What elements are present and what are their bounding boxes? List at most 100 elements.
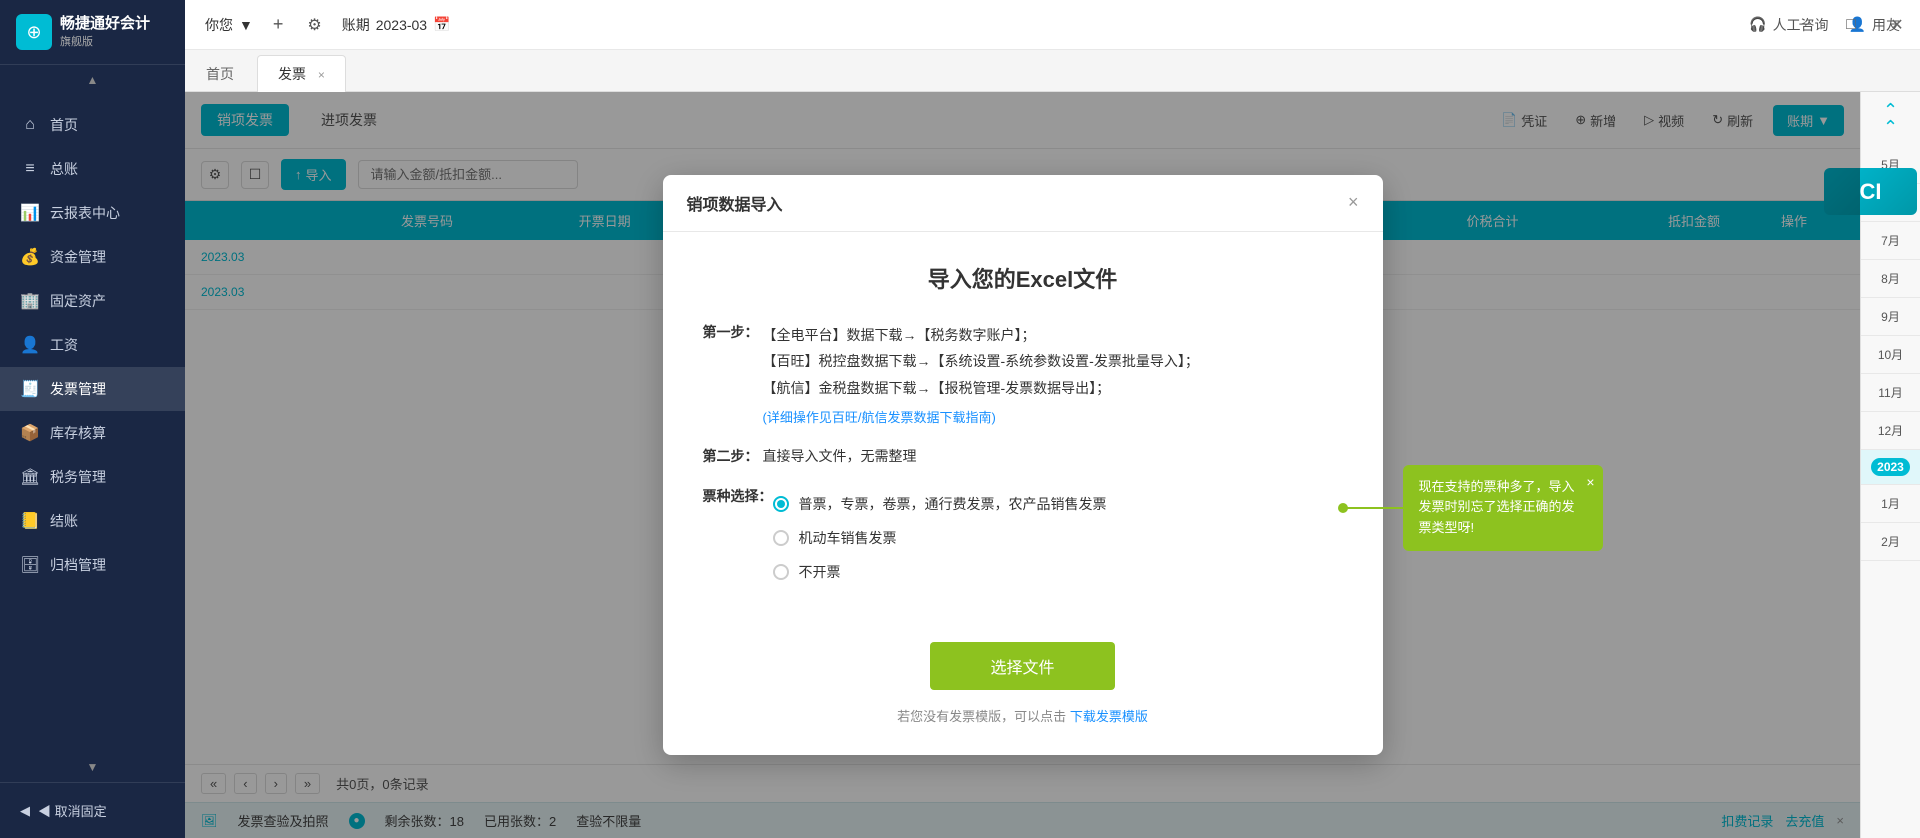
step1-guide-link[interactable]: (详细操作见百旺/航信发票数据下载指南) [763,407,1343,426]
tooltip-wrapper: × 现在支持的票种多了，导入发票时别忘了选择正确的发票类型呀! [1343,465,1603,551]
download-template-text: 若您没有发票模版，可以点击 下载发票模版 [897,706,1148,725]
tooltip-container: × 现在支持的票种多了，导入发票时别忘了选择正确的发票类型呀! [1343,465,1603,551]
download-text-prefix: 若您没有发票模版，可以点击 [897,709,1066,724]
radio-item-2[interactable]: 不开票 [773,562,1107,582]
radio-item-1[interactable]: 机动车销售发票 [773,528,1107,548]
right-panel-month-11[interactable]: 11月 [1861,374,1920,412]
app-edition: 旗舰版 [60,33,150,49]
period-value: 2023-03 [376,17,427,33]
sidebar-item-funds[interactable]: 💰 资金管理 [0,235,185,279]
modal-close-button[interactable]: × [1348,192,1359,213]
settings-icon[interactable]: ⚙ [303,11,325,39]
reports-icon: 📊 [20,203,40,223]
sidebar-item-assets[interactable]: 🏢 固定资产 [0,279,185,323]
radio-section: 票种选择： 普票，专票，卷票，通行费发票，农产品销售发票 机动车销售发票 [703,486,1343,582]
sidebar-scroll-up[interactable]: ▲ [0,65,185,95]
app-name: 畅捷通好会计 [60,15,150,33]
right-panel-month-10[interactable]: 10月 [1861,336,1920,374]
step1-line1: 【全电平台】数据下载→【税务数字账户】； [763,327,1036,343]
right-panel-year-badge[interactable]: 2023 [1861,450,1920,485]
step1-line2: 【百旺】税控盘数据下载→【系统设置-系统参数设置-发票批量导入】； [763,353,1199,369]
minimize-button[interactable]: ─ [1782,0,1828,50]
step-1: 第一步： 【全电平台】数据下载→【税务数字账户】； 【百旺】税控盘数据下载→【系… [703,322,1343,427]
account-selector[interactable]: 你您 ▼ [205,15,253,35]
radio-circle-1 [773,530,789,546]
window-controls: ─ □ ✕ [1782,0,1920,50]
radio-label-1: 机动车销售发票 [799,528,897,548]
tab-bar: 首页 发票 × [185,50,1920,92]
right-panel-month-1[interactable]: 1月 [1861,485,1920,523]
right-panel-month-12[interactable]: 12月 [1861,412,1920,450]
app-name-block: 畅捷通好会计 旗舰版 [60,15,150,49]
modal-footer: 选择文件 若您没有发票模版，可以点击 下载发票模版 [663,632,1383,755]
headset-icon: 🎧 [1749,16,1766,33]
sidebar-item-home[interactable]: ⌂ 首页 [0,103,185,147]
month-11-label: 11月 [1878,386,1902,400]
tooltip-box: × 现在支持的票种多了，导入发票时别忘了选择正确的发票类型呀! [1403,465,1603,551]
tab-invoice[interactable]: 发票 × [257,55,346,92]
tooltip-dot [1338,503,1348,513]
month-12-label: 12月 [1878,424,1903,438]
archive-icon: 🗄 [20,555,40,575]
modal-dialog: 销项数据导入 × 导入您的Excel文件 第一步： 【全电平台】数据下载→【税务… [663,175,1383,756]
app-logo-icon: ⊕ [16,14,52,50]
tab-invoice-label: 发票 [278,66,306,82]
topbar: 你您 ▼ + ⚙ 账期 2023-03 📅 🎧 人工咨询 👤 用友 [185,0,1920,50]
modal-main-title: 导入您的Excel文件 [703,262,1343,294]
sidebar-item-label: 结账 [50,511,78,531]
sidebar-item-label: 库存核算 [50,423,106,443]
step2-label: 第二步： [703,446,763,466]
right-panel-month-9[interactable]: 9月 [1861,298,1920,336]
month-2-label: 2月 [1881,535,1900,549]
month-10-label: 10月 [1878,348,1903,362]
sidebar-item-label: 发票管理 [50,379,106,399]
radio-label-0: 普票，专票，卷票，通行费发票，农产品销售发票 [799,494,1107,514]
modal-body: 导入您的Excel文件 第一步： 【全电平台】数据下载→【税务数字账户】； 【百… [663,232,1383,633]
settlement-icon: 📒 [20,511,40,531]
tab-home-label: 首页 [206,66,234,82]
modal-title: 销项数据导入 [687,191,783,215]
download-template-link[interactable]: 下载发票模版 [1070,709,1148,724]
content-area: 销项发票 进项发票 📄 凭证 ⊕ 新增 [185,92,1860,838]
sidebar-item-reports[interactable]: 📊 云报表中心 [0,191,185,235]
sidebar-item-settlement[interactable]: 📒 结账 [0,499,185,543]
tooltip-close-button[interactable]: × [1586,471,1594,493]
tab-invoice-close[interactable]: × [318,68,325,82]
add-tab-button[interactable]: + [269,10,288,39]
right-panel-month-8[interactable]: 8月 [1861,260,1920,298]
right-panel-month-2[interactable]: 2月 [1861,523,1920,561]
tooltip-line [1343,507,1403,509]
sidebar-scroll-down[interactable]: ▼ [0,752,185,782]
period-display: 账期 2023-03 📅 [342,15,451,35]
sidebar-item-archive[interactable]: 🗄 归档管理 [0,543,185,587]
radio-circle-0 [773,496,789,512]
tab-home[interactable]: 首页 [185,55,255,92]
sidebar-item-tax[interactable]: 🏛 税务管理 [0,455,185,499]
sidebar-item-inventory[interactable]: 📦 库存核算 [0,411,185,455]
close-window-button[interactable]: ✕ [1874,0,1920,50]
sidebar-item-label: 税务管理 [50,467,106,487]
sidebar-item-label: 首页 [50,115,78,135]
calendar-icon[interactable]: 📅 [433,16,450,33]
radio-item-0[interactable]: 普票，专票，卷票，通行费发票，农产品销售发票 [773,494,1107,514]
modal-header: 销项数据导入 × [663,175,1383,232]
month-9-label: 9月 [1881,310,1900,324]
maximize-button[interactable]: □ [1828,0,1874,50]
sidebar-item-label: 资金管理 [50,247,106,267]
payroll-icon: 👤 [20,335,40,355]
step-2: 第二步： 直接导入文件，无需整理 [703,446,1343,466]
sidebar-item-label: 固定资产 [50,291,106,311]
step1-label: 第一步： [703,322,763,342]
sidebar-item-ledger[interactable]: ≡ 总账 [0,147,185,191]
select-file-button[interactable]: 选择文件 [930,642,1114,690]
sidebar-item-payroll[interactable]: 👤 工资 [0,323,185,367]
ledger-icon: ≡ [20,160,40,178]
invoice-icon: 🧾 [20,379,40,399]
right-panel-month-7[interactable]: 7月 [1861,222,1920,260]
month-7-label: 7月 [1881,234,1900,248]
sidebar-item-label: 总账 [50,159,78,179]
sidebar-item-invoice[interactable]: 🧾 发票管理 [0,367,185,411]
chevron-up2-icon[interactable]: ⌃ [1883,117,1898,138]
cancel-fixed-button[interactable]: ◀ ◀ 取消固定 [0,791,185,830]
month-8-label: 8月 [1881,272,1900,286]
